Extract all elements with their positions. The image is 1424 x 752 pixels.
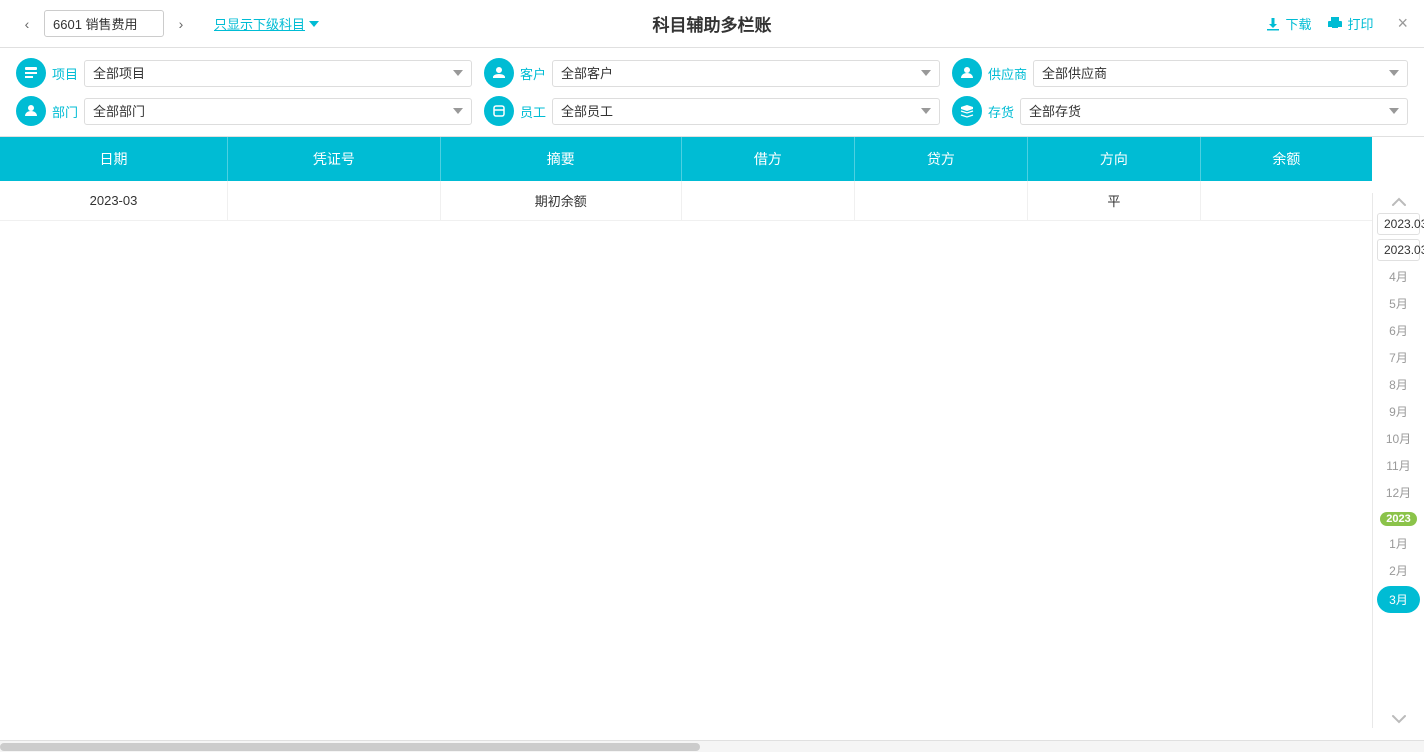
inventory-select[interactable]: 全部存货 [1020, 98, 1408, 125]
timeline-month-8[interactable]: 8月 [1373, 371, 1424, 398]
supplier-filter-item: 供应商 全部供应商 [952, 58, 1408, 88]
cell-date: 2023-03 [0, 181, 228, 221]
timeline-year-2023[interactable]: 2023 [1373, 506, 1424, 530]
next-account-btn[interactable]: › [170, 13, 192, 35]
download-icon [1265, 16, 1281, 32]
top-actions: 下载 打印 × [1265, 13, 1408, 34]
timeline-month-5[interactable]: 5月 [1373, 290, 1424, 317]
supplier-label: 供应商 [988, 64, 1027, 83]
col-direction: 方向 [1027, 137, 1200, 181]
cell-debit [681, 181, 854, 221]
timeline-month-12[interactable]: 12月 [1373, 479, 1424, 506]
close-button[interactable]: × [1397, 13, 1408, 34]
col-date: 日期 [0, 137, 228, 181]
horizontal-scrollbar[interactable] [0, 740, 1424, 752]
ledger-table: 日期 凭证号 摘要 借方 贷方 方向 余额 2023-03 期初余额 [0, 137, 1372, 221]
employee-icon [484, 96, 514, 126]
show-sub-button[interactable]: 只显示下级科目 [214, 14, 319, 33]
employee-filter-item: 员工 全部员工 [484, 96, 940, 126]
timeline-month-2[interactable]: 2月 [1373, 557, 1424, 584]
cell-summary: 期初余额 [440, 181, 681, 221]
table-container: 日期 凭证号 摘要 借方 贷方 方向 余额 2023-03 期初余额 [0, 137, 1424, 740]
prev-account-btn[interactable]: ‹ [16, 13, 38, 35]
timeline-panel: 2023.03 2023.03 4月 5月 6月 7月 8月 9月 10月 11… [1372, 193, 1424, 728]
timeline-month-4[interactable]: 4月 [1373, 263, 1424, 290]
filter-row-1: 项目 全部项目 客户 全部客户 供应商 全部供 [16, 58, 1408, 88]
cell-credit [854, 181, 1027, 221]
col-summary: 摘要 [440, 137, 681, 181]
project-select[interactable]: 全部项目 [84, 60, 472, 87]
inventory-label: 存货 [988, 102, 1014, 121]
project-filter-item: 项目 全部项目 [16, 58, 472, 88]
timeline-month-1[interactable]: 1月 [1373, 530, 1424, 557]
timeline-month-9[interactable]: 9月 [1373, 398, 1424, 425]
employee-select[interactable]: 全部员工 [552, 98, 940, 125]
dept-label: 部门 [52, 102, 78, 121]
print-button[interactable]: 打印 [1327, 14, 1373, 33]
col-voucher: 凭证号 [228, 137, 441, 181]
supplier-select[interactable]: 全部供应商 [1033, 60, 1408, 87]
dept-icon [16, 96, 46, 126]
employee-label: 员工 [520, 102, 546, 121]
filter-area: 项目 全部项目 客户 全部客户 供应商 全部供 [0, 48, 1424, 137]
print-icon [1327, 16, 1343, 32]
col-credit: 贷方 [854, 137, 1027, 181]
timeline-selected-start[interactable]: 2023.03 [1377, 213, 1420, 235]
timeline-month-3[interactable]: 3月 [1377, 586, 1420, 613]
timeline-selected-end[interactable]: 2023.03 [1377, 239, 1420, 261]
timeline-month-6[interactable]: 6月 [1373, 317, 1424, 344]
dropdown-icon [309, 21, 319, 27]
timeline-month-11[interactable]: 11月 [1373, 452, 1424, 479]
col-debit: 借方 [681, 137, 854, 181]
main-window: ‹ 6601 销售费用 › 只显示下级科目 科目辅助多栏账 下载 打印 × [0, 0, 1424, 752]
account-code: 6601 销售费用 [44, 10, 164, 37]
customer-icon [484, 58, 514, 88]
cell-balance [1200, 181, 1372, 221]
timeline-month-10[interactable]: 10月 [1373, 425, 1424, 452]
scrollbar-thumb[interactable] [0, 743, 700, 751]
timeline-up-btn[interactable] [1373, 193, 1424, 211]
download-button[interactable]: 下载 [1265, 14, 1311, 33]
customer-select[interactable]: 全部客户 [552, 60, 940, 87]
supplier-icon [952, 58, 982, 88]
customer-filter-item: 客户 全部客户 [484, 58, 940, 88]
nav-area: ‹ 6601 销售费用 › 只显示下级科目 [16, 10, 319, 37]
project-icon [16, 58, 46, 88]
page-title: 科目辅助多栏账 [653, 11, 772, 36]
inventory-icon [952, 96, 982, 126]
table-row: 2023-03 期初余额 平 [0, 181, 1372, 221]
top-bar: ‹ 6601 销售费用 › 只显示下级科目 科目辅助多栏账 下载 打印 × [0, 0, 1424, 48]
timeline-down-btn[interactable] [1373, 710, 1424, 728]
timeline-month-7[interactable]: 7月 [1373, 344, 1424, 371]
filter-row-2: 部门 全部部门 员工 全部员工 存货 全部存货 [16, 96, 1408, 126]
customer-label: 客户 [520, 64, 546, 83]
project-label: 项目 [52, 64, 78, 83]
dept-select[interactable]: 全部部门 [84, 98, 472, 125]
col-balance: 余额 [1200, 137, 1372, 181]
inventory-filter-item: 存货 全部存货 [952, 96, 1408, 126]
dept-filter-item: 部门 全部部门 [16, 96, 472, 126]
cell-voucher [228, 181, 441, 221]
cell-direction: 平 [1027, 181, 1200, 221]
